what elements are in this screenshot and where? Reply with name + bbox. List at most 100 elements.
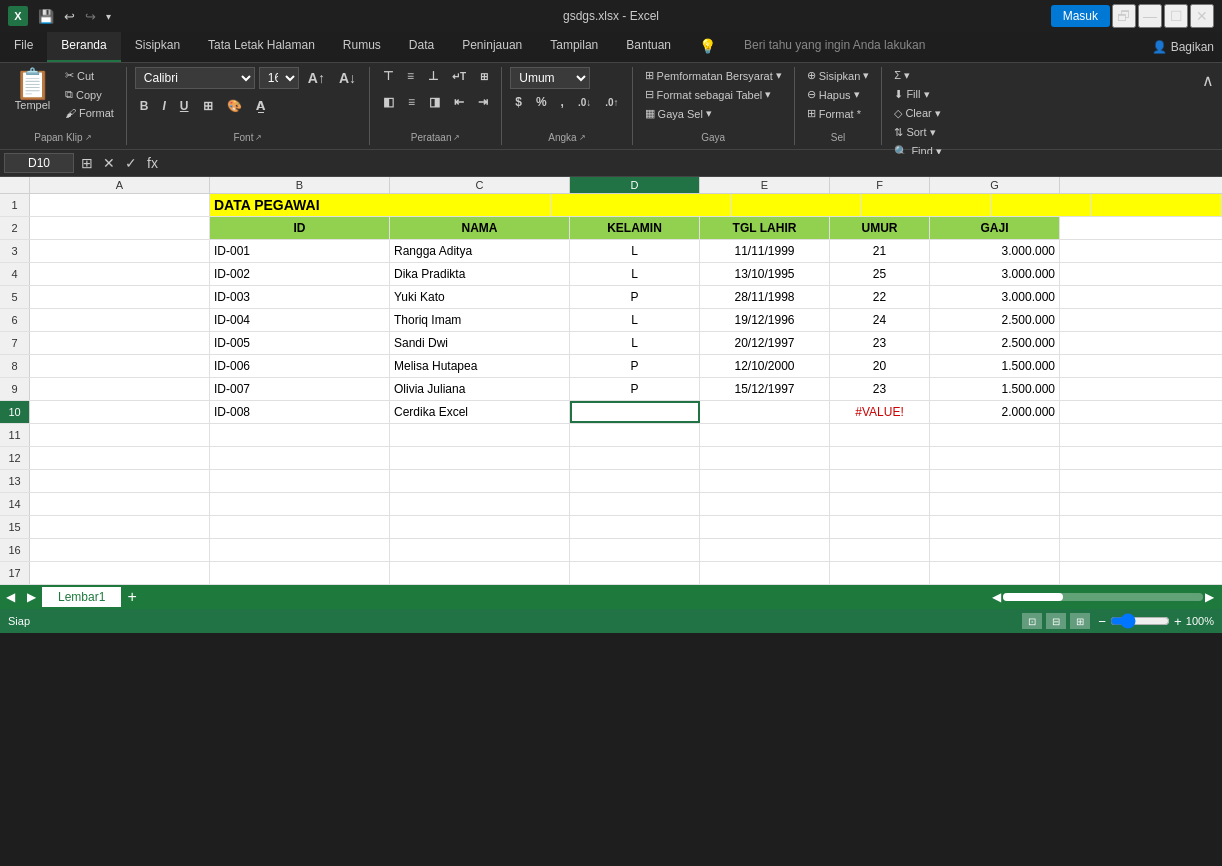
cell-a1[interactable]: [30, 194, 210, 216]
cell-a8[interactable]: [30, 355, 210, 377]
number-expand-icon[interactable]: ↗: [579, 133, 586, 142]
col-header-b[interactable]: B: [210, 177, 390, 193]
tab-search-text[interactable]: Beri tahu yang ingin Anda lakukan: [730, 32, 939, 62]
cell-c5[interactable]: Yuki Kato: [390, 286, 570, 308]
cell-e9[interactable]: 15/12/1997: [700, 378, 830, 400]
cell-a4[interactable]: [30, 263, 210, 285]
cell-c13[interactable]: [390, 470, 570, 492]
underline-button[interactable]: U: [175, 97, 194, 115]
clear-button[interactable]: ◇ Clear ▾: [890, 105, 944, 122]
autosum-button[interactable]: Σ ▾: [890, 67, 914, 84]
fill-button[interactable]: ⬇ Fill ▾: [890, 86, 933, 103]
row-num-2[interactable]: 2: [0, 217, 30, 239]
conditional-format-button[interactable]: ⊞ Pemformatan Bersyarat ▾: [641, 67, 786, 84]
cell-d7[interactable]: L: [570, 332, 700, 354]
row-num-6[interactable]: 6: [0, 309, 30, 331]
corner-header[interactable]: [0, 177, 30, 193]
scroll-left-button[interactable]: ◀: [992, 590, 1001, 604]
font-size-select[interactable]: 16: [259, 67, 299, 89]
cell-b6[interactable]: ID-004: [210, 309, 390, 331]
cell-c8[interactable]: Melisa Hutapea: [390, 355, 570, 377]
font-family-select[interactable]: Calibri: [135, 67, 255, 89]
cell-d14[interactable]: [570, 493, 700, 515]
cell-e5[interactable]: 28/11/1998: [700, 286, 830, 308]
cell-b5[interactable]: ID-003: [210, 286, 390, 308]
collapse-ribbon-button[interactable]: ∧: [1202, 71, 1214, 90]
cell-reference-input[interactable]: [4, 153, 74, 173]
cell-c9[interactable]: Olivia Juliana: [390, 378, 570, 400]
grow-font-button[interactable]: A↑: [303, 68, 330, 88]
cell-f14[interactable]: [830, 493, 930, 515]
zoom-slider[interactable]: [1110, 613, 1170, 629]
cell-a11[interactable]: [30, 424, 210, 446]
bold-button[interactable]: B: [135, 97, 154, 115]
row-num-13[interactable]: 13: [0, 470, 30, 492]
cell-c11[interactable]: [390, 424, 570, 446]
format-cell-button[interactable]: ⊞ Format *: [803, 105, 865, 122]
nav-prev-sheet[interactable]: ◀: [0, 590, 21, 604]
insert-cell-button[interactable]: ⊕ Sisipkan ▾: [803, 67, 874, 84]
row-num-1[interactable]: 1: [0, 194, 30, 216]
cell-b11[interactable]: [210, 424, 390, 446]
tab-tata-letak[interactable]: Tata Letak Halaman: [194, 32, 329, 62]
tab-bantuan[interactable]: Bantuan: [612, 32, 685, 62]
cell-e17[interactable]: [700, 562, 830, 584]
expand-formula-button[interactable]: ⊞: [78, 155, 96, 171]
paste-button[interactable]: 📋 Tempel: [8, 67, 57, 113]
share-button[interactable]: 👤 Bagikan: [1152, 40, 1214, 54]
cell-e4[interactable]: 13/10/1995: [700, 263, 830, 285]
cell-d9[interactable]: P: [570, 378, 700, 400]
font-color-button[interactable]: A̲: [251, 97, 270, 115]
cell-g1[interactable]: [1092, 194, 1222, 216]
col-header-d[interactable]: D: [570, 177, 700, 193]
tab-file[interactable]: File: [0, 32, 47, 62]
col-header-g[interactable]: G: [930, 177, 1060, 193]
tab-data[interactable]: Data: [395, 32, 448, 62]
delete-cell-button[interactable]: ⊖ Hapus ▾: [803, 86, 864, 103]
cell-d5[interactable]: P: [570, 286, 700, 308]
close-button[interactable]: ✕: [1190, 4, 1214, 28]
cell-f15[interactable]: [830, 516, 930, 538]
cell-a2[interactable]: [30, 217, 210, 239]
format-painter-button[interactable]: 🖌 Format: [61, 105, 118, 121]
cell-d13[interactable]: [570, 470, 700, 492]
cell-d12[interactable]: [570, 447, 700, 469]
save-quick-btn[interactable]: 💾: [34, 7, 58, 26]
cell-g6[interactable]: 2.500.000: [930, 309, 1060, 331]
horizontal-scrollbar[interactable]: [1003, 593, 1203, 601]
row-num-12[interactable]: 12: [0, 447, 30, 469]
cell-e12[interactable]: [700, 447, 830, 469]
quick-access-dropdown[interactable]: ▾: [102, 9, 115, 24]
cell-c7[interactable]: Sandi Dwi: [390, 332, 570, 354]
cell-g4[interactable]: 3.000.000: [930, 263, 1060, 285]
cell-e1[interactable]: [862, 194, 992, 216]
cell-a3[interactable]: [30, 240, 210, 262]
cell-g10[interactable]: 2.000.000: [930, 401, 1060, 423]
col-header-a[interactable]: A: [30, 177, 210, 193]
alignment-expand-icon[interactable]: ↗: [453, 133, 460, 142]
col-header-e[interactable]: E: [700, 177, 830, 193]
shrink-font-button[interactable]: A↓: [334, 68, 361, 88]
cell-a6[interactable]: [30, 309, 210, 331]
cell-b13[interactable]: [210, 470, 390, 492]
cancel-formula-button[interactable]: ✕: [100, 155, 118, 171]
cell-g5[interactable]: 3.000.000: [930, 286, 1060, 308]
cell-a10[interactable]: [30, 401, 210, 423]
cell-d15[interactable]: [570, 516, 700, 538]
cell-g12[interactable]: [930, 447, 1060, 469]
cell-f16[interactable]: [830, 539, 930, 561]
cell-e2[interactable]: TGL LAHIR: [700, 217, 830, 239]
undo-quick-btn[interactable]: ↩: [60, 7, 79, 26]
cell-f1[interactable]: [992, 194, 1092, 216]
cell-a17[interactable]: [30, 562, 210, 584]
increase-indent-button[interactable]: ⇥: [473, 93, 493, 111]
minimize-button[interactable]: —: [1138, 4, 1162, 28]
cell-c17[interactable]: [390, 562, 570, 584]
cell-e16[interactable]: [700, 539, 830, 561]
decrease-indent-button[interactable]: ⇤: [449, 93, 469, 111]
row-num-7[interactable]: 7: [0, 332, 30, 354]
cell-c10[interactable]: Cerdika Excel: [390, 401, 570, 423]
cell-d11[interactable]: [570, 424, 700, 446]
copy-button[interactable]: ⧉ Copy: [61, 86, 118, 103]
cell-b15[interactable]: [210, 516, 390, 538]
